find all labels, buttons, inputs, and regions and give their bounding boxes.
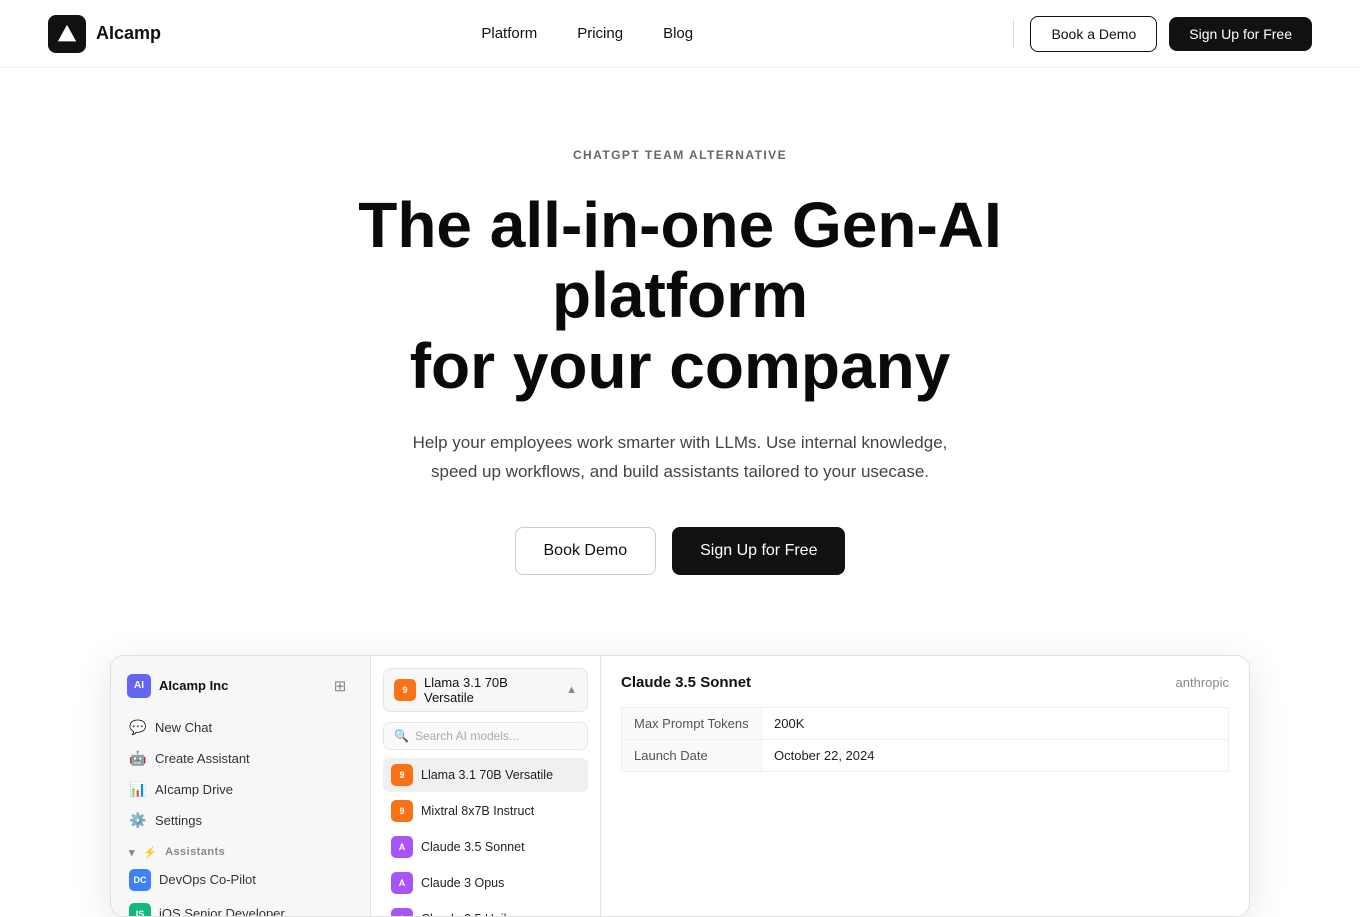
model-item-3[interactable]: A Claude 3 Opus (383, 866, 588, 900)
hero-section: CHATGPT TEAM ALTERNATIVE The all-in-one … (0, 68, 1360, 635)
devops-avatar: DC (129, 869, 151, 891)
nav-blog[interactable]: Blog (663, 25, 693, 42)
org-badge: AI (127, 674, 151, 698)
model-badge-0: 9 (391, 764, 413, 786)
lightning-icon: ⚡ (143, 846, 157, 859)
hero-ctas: Book Demo Sign Up for Free (515, 527, 846, 575)
frame-inner: AI AIcamp Inc ⊞ 💬 New Chat 🤖 Create Assi… (111, 656, 1249, 916)
logo-svg (56, 23, 78, 45)
model-item-4[interactable]: A Claude 3.5 Haiku (383, 902, 588, 917)
selected-model-badge: 9 (394, 679, 416, 701)
table-label-1: Launch Date (622, 739, 762, 771)
nav-pricing[interactable]: Pricing (577, 25, 623, 42)
model-info-card: Claude 3.5 Sonnet anthropic Max Prompt T… (601, 656, 1249, 916)
selected-model-name: Llama 3.1 70B Versatile (424, 675, 558, 705)
search-placeholder: Search AI models... (415, 729, 519, 743)
logo-link[interactable]: AIcamp (48, 15, 161, 53)
app-sidebar: AI AIcamp Inc ⊞ 💬 New Chat 🤖 Create Assi… (111, 656, 371, 916)
table-row-1: Launch Date October 22, 2024 (622, 739, 1229, 771)
table-value-1: October 22, 2024 (762, 739, 1229, 771)
sidebar-top: AI AIcamp Inc ⊞ (111, 672, 370, 712)
drive-icon: 📊 (129, 781, 145, 798)
sidebar-toggle-button[interactable]: ⊞ (326, 672, 354, 700)
hero-book-demo-button[interactable]: Book Demo (515, 527, 657, 575)
table-value-0: 200K (762, 707, 1229, 739)
model-dropdown-area: 9 Llama 3.1 70B Versatile ▲ 🔍 Search AI … (371, 656, 601, 916)
book-demo-button[interactable]: Book a Demo (1030, 16, 1157, 52)
hero-badge: CHATGPT TEAM ALTERNATIVE (573, 148, 787, 162)
devops-label: DevOps Co-Pilot (159, 872, 256, 887)
settings-label: Settings (155, 813, 202, 828)
model-badge-3: A (391, 872, 413, 894)
model-name-4: Claude 3.5 Haiku (421, 912, 517, 917)
sidebar-org: AI AIcamp Inc (127, 674, 228, 698)
nav-links: Platform Pricing Blog (481, 25, 693, 42)
ios-label: iOS Senior Developer (159, 906, 285, 917)
info-card-header: Claude 3.5 Sonnet anthropic (621, 674, 1229, 691)
model-badge-4: A (391, 908, 413, 917)
model-name-0: Llama 3.1 70B Versatile (421, 768, 553, 782)
model-item-1[interactable]: 9 Mixtral 8x7B Instruct (383, 794, 588, 828)
create-assistant-icon: 🤖 (129, 750, 145, 767)
ios-avatar: IS (129, 903, 151, 917)
model-badge-2: A (391, 836, 413, 858)
hero-subtitle: Help your employees work smarter with LL… (400, 429, 960, 487)
model-badge-1: 9 (391, 800, 413, 822)
nav-actions: Book a Demo Sign Up for Free (1030, 16, 1312, 52)
org-name: AIcamp Inc (159, 678, 228, 693)
assistant-ios[interactable]: IS iOS Senior Developer (111, 897, 370, 917)
screenshot-wrapper: AI AIcamp Inc ⊞ 💬 New Chat 🤖 Create Assi… (90, 655, 1270, 917)
search-icon: 🔍 (394, 729, 409, 743)
screenshot-frame: AI AIcamp Inc ⊞ 💬 New Chat 🤖 Create Assi… (110, 655, 1250, 917)
chevron-icon: ▾ (129, 846, 135, 859)
info-table: Max Prompt Tokens 200K Launch Date Octob… (621, 707, 1229, 772)
create-assistant-label: Create Assistant (155, 751, 250, 766)
model-name-2: Claude 3.5 Sonnet (421, 840, 525, 854)
nav-divider (1013, 19, 1014, 49)
sidebar-create-assistant[interactable]: 🤖 Create Assistant (111, 743, 370, 774)
new-chat-label: New Chat (155, 720, 212, 735)
model-list: 9 Llama 3.1 70B Versatile 9 Mixtral 8x7B… (383, 758, 588, 917)
dropdown-chevron-icon: ▲ (566, 684, 577, 696)
model-item-0[interactable]: 9 Llama 3.1 70B Versatile (383, 758, 588, 792)
logo-icon (48, 15, 86, 53)
table-row-0: Max Prompt Tokens 200K (622, 707, 1229, 739)
sidebar-new-chat[interactable]: 💬 New Chat (111, 712, 370, 743)
signup-button[interactable]: Sign Up for Free (1169, 17, 1312, 51)
assistants-label: Assistants (165, 846, 225, 858)
nav-platform[interactable]: Platform (481, 25, 537, 42)
logo-text: AIcamp (96, 23, 161, 44)
table-label-0: Max Prompt Tokens (622, 707, 762, 739)
hero-signup-button[interactable]: Sign Up for Free (672, 527, 845, 575)
assistant-devops[interactable]: DC DevOps Co-Pilot (111, 863, 370, 897)
model-dropdown-trigger[interactable]: 9 Llama 3.1 70B Versatile ▲ (383, 668, 588, 712)
settings-icon: ⚙️ (129, 812, 145, 829)
hero-title: The all-in-one Gen-AI platform for your … (290, 190, 1070, 401)
model-name-3: Claude 3 Opus (421, 876, 504, 890)
model-name-1: Mixtral 8x7B Instruct (421, 804, 534, 818)
sidebar-settings[interactable]: ⚙️ Settings (111, 805, 370, 836)
drive-label: AIcamp Drive (155, 782, 233, 797)
new-chat-icon: 💬 (129, 719, 145, 736)
model-search-box[interactable]: 🔍 Search AI models... (383, 722, 588, 750)
sidebar-aicamp-drive[interactable]: 📊 AIcamp Drive (111, 774, 370, 805)
info-card-brand: anthropic (1176, 675, 1229, 690)
info-card-title: Claude 3.5 Sonnet (621, 674, 751, 691)
